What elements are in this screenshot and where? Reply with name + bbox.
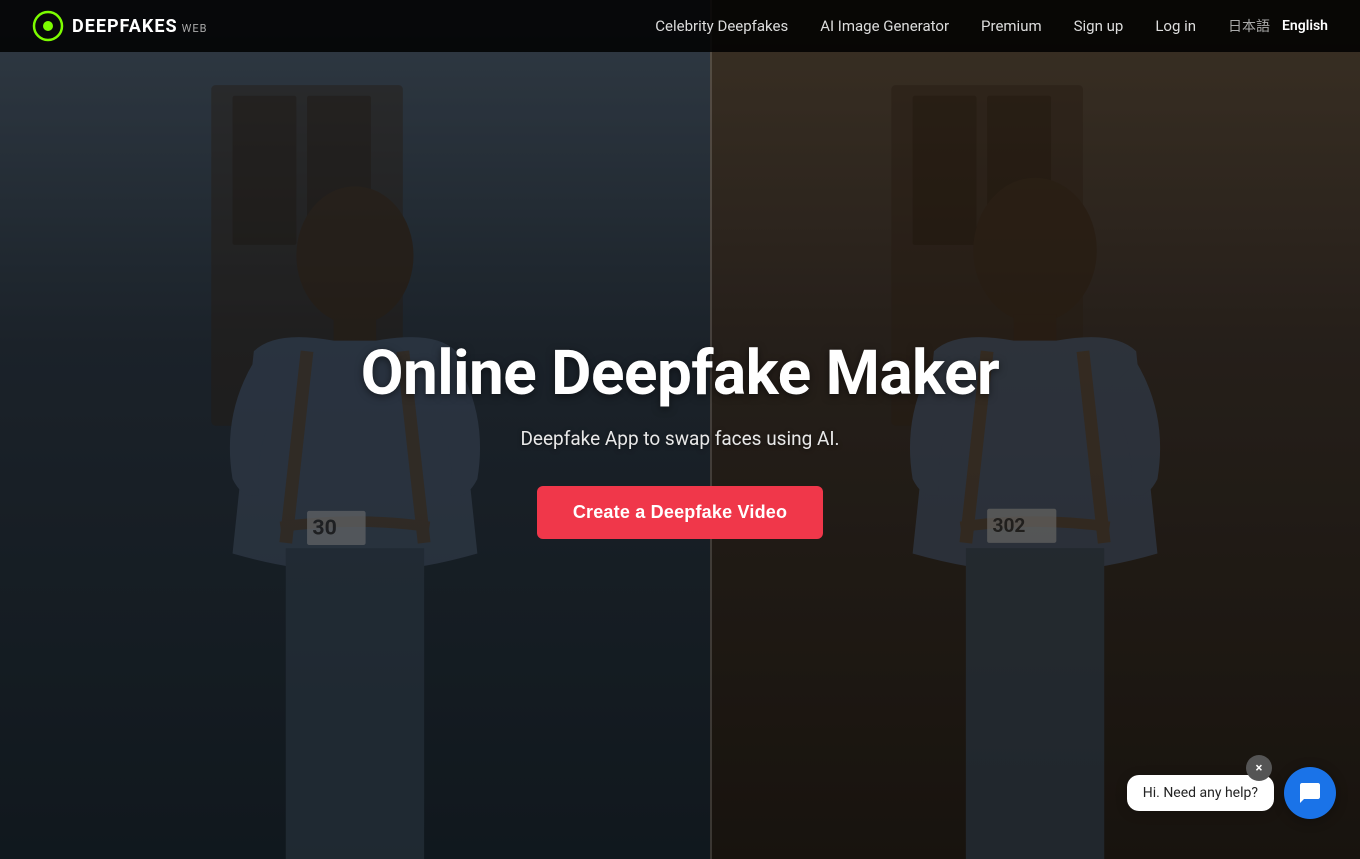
nav-ai-image-generator[interactable]: AI Image Generator — [820, 17, 949, 35]
chat-icon — [1298, 781, 1322, 805]
nav-sign-up[interactable]: Sign up — [1074, 17, 1124, 35]
nav-links: Celebrity Deepfakes AI Image Generator P… — [655, 16, 1328, 36]
nav-log-in[interactable]: Log in — [1155, 17, 1196, 35]
nav-premium[interactable]: Premium — [981, 17, 1042, 35]
chat-close-button[interactable]: × — [1246, 755, 1272, 781]
lang-english[interactable]: English — [1282, 18, 1328, 34]
chat-widget: × Hi. Need any help? — [1127, 767, 1336, 819]
create-deepfake-button[interactable]: Create a Deepfake Video — [537, 486, 823, 539]
logo-main-text: DEEPFAKES — [72, 16, 178, 37]
hero-subtitle: Deepfake App to swap faces using AI. — [520, 427, 839, 450]
chat-message: Hi. Need any help? — [1127, 775, 1274, 811]
nav-celebrity-deepfakes[interactable]: Celebrity Deepfakes — [655, 17, 788, 35]
hero-title: Online Deepfake Maker — [361, 340, 1000, 408]
hero-content: Online Deepfake Maker Deepfake App to sw… — [0, 0, 1360, 859]
logo-sub-text: WEB — [182, 22, 208, 35]
navbar: DEEPFAKES WEB Celebrity Deepfakes AI Ima… — [0, 0, 1360, 52]
lang-japanese[interactable]: 日本語 — [1228, 16, 1270, 36]
hero-section: DEEPFAKES WEB Celebrity Deepfakes AI Ima… — [0, 0, 1360, 859]
chat-open-button[interactable] — [1284, 767, 1336, 819]
language-selector: 日本語 English — [1228, 16, 1328, 36]
logo-link[interactable]: DEEPFAKES WEB — [32, 10, 207, 42]
